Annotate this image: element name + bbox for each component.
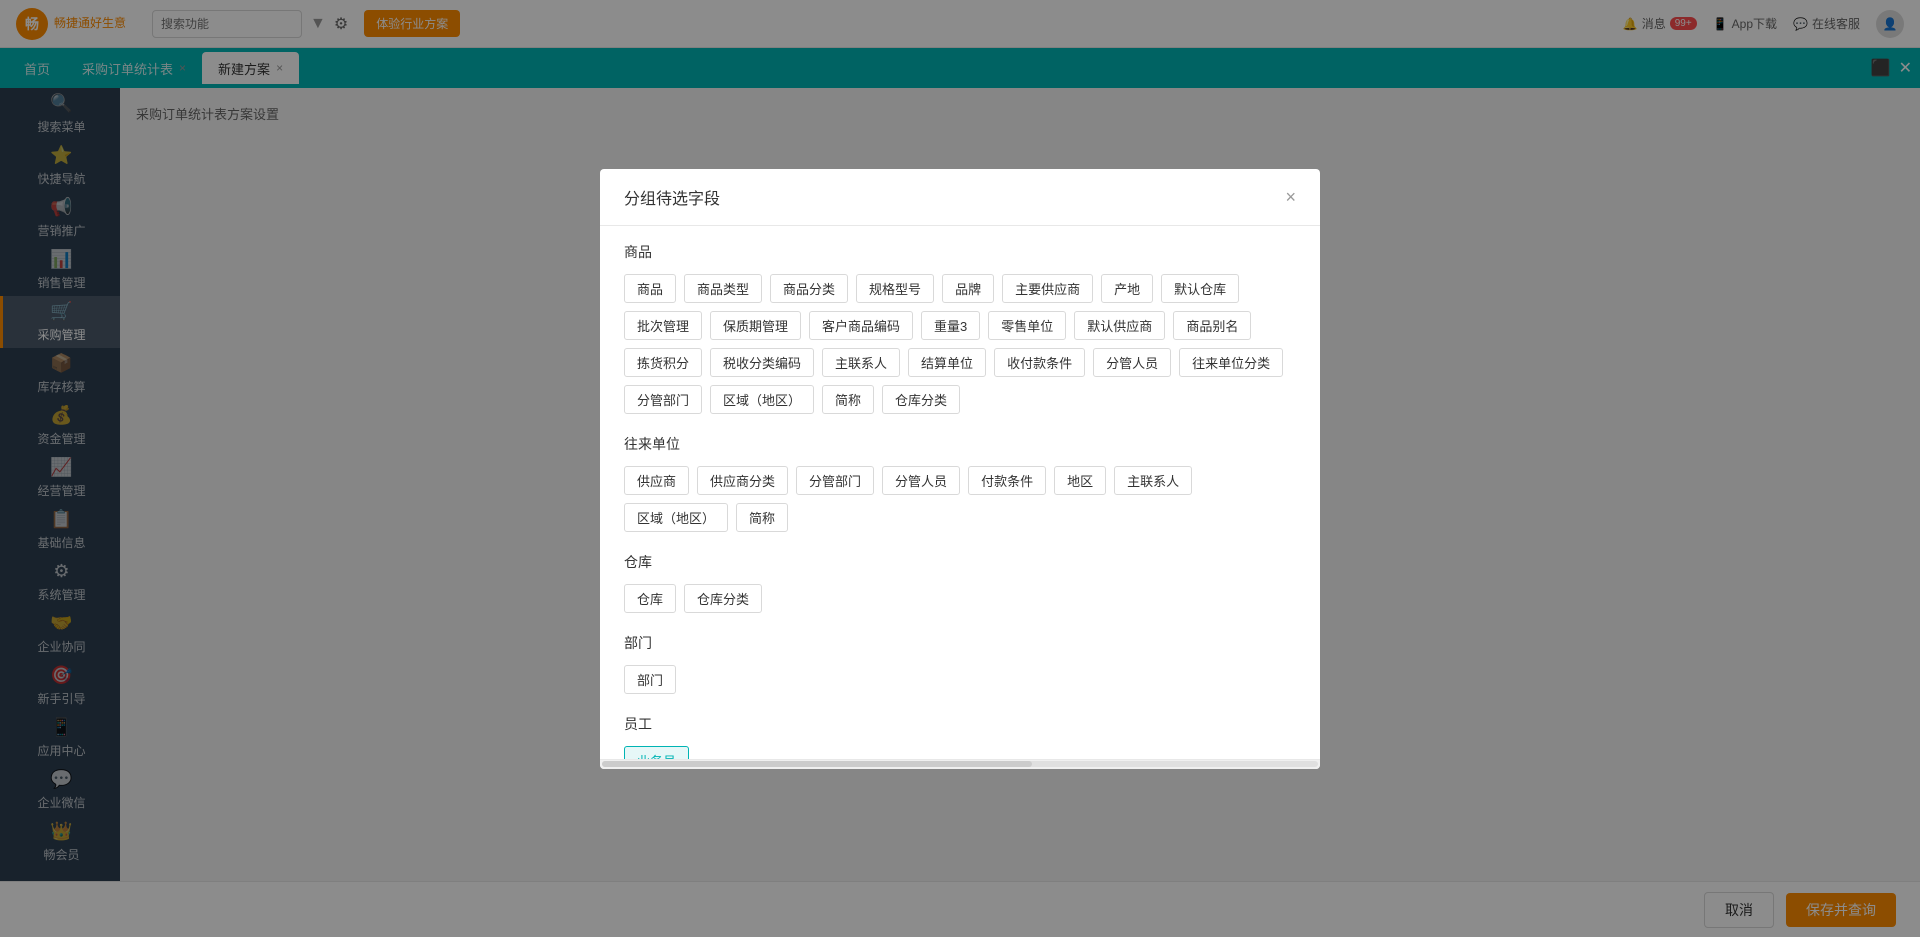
- field-tag-payment-terms[interactable]: 收付款条件: [994, 348, 1085, 377]
- field-tag-short-name-product[interactable]: 简称: [822, 385, 874, 414]
- section-department-title: 部门: [624, 633, 1296, 653]
- field-tag-warehouse-category-product[interactable]: 仓库分类: [882, 385, 960, 414]
- section-product-title: 商品: [624, 242, 1296, 262]
- employee-field-grid: 业务员: [624, 746, 1296, 760]
- field-tag-region-product[interactable]: 区域（地区）: [710, 385, 814, 414]
- field-tag-short-name-partner[interactable]: 简称: [736, 503, 788, 532]
- modal-horizontal-scrollbar[interactable]: [600, 759, 1320, 768]
- section-employee-title: 员工: [624, 714, 1296, 734]
- section-warehouse-title: 仓库: [624, 552, 1296, 572]
- field-tag-charge-person[interactable]: 分管人员: [1093, 348, 1171, 377]
- field-tag-brand[interactable]: 品牌: [942, 274, 994, 303]
- field-tag-alias[interactable]: 商品别名: [1173, 311, 1251, 340]
- field-tag-product-type[interactable]: 商品类型: [684, 274, 762, 303]
- field-tag-main-contact2[interactable]: 主联系人: [1114, 466, 1192, 495]
- field-select-modal: 分组待选字段 × 商品 商品 商品类型 商品分类 规格型号 品牌 主要供应商 产…: [600, 169, 1320, 769]
- field-tag-dept-charge2[interactable]: 分管部门: [796, 466, 874, 495]
- section-department: 部门 部门: [624, 633, 1296, 694]
- section-partner-title: 往来单位: [624, 434, 1296, 454]
- section-employee: 员工 业务员: [624, 714, 1296, 760]
- field-tag-default-warehouse[interactable]: 默认仓库: [1161, 274, 1239, 303]
- field-tag-supplier[interactable]: 供应商: [624, 466, 689, 495]
- field-tag-warehouse-category[interactable]: 仓库分类: [684, 584, 762, 613]
- field-tag-main-contact[interactable]: 主联系人: [822, 348, 900, 377]
- field-tag-dept-charge[interactable]: 分管部门: [624, 385, 702, 414]
- field-tag-product[interactable]: 商品: [624, 274, 676, 303]
- modal-title: 分组待选字段: [624, 185, 720, 209]
- section-warehouse: 仓库 仓库 仓库分类: [624, 552, 1296, 613]
- modal-hscroll-thumb: [602, 761, 1032, 767]
- field-tag-region-partner[interactable]: 地区: [1054, 466, 1106, 495]
- warehouse-field-grid: 仓库 仓库分类: [624, 584, 1296, 613]
- field-tag-tax-code[interactable]: 税收分类编码: [710, 348, 814, 377]
- partner-field-grid: 供应商 供应商分类 分管部门 分管人员 付款条件 地区 主联系人 区域（地区） …: [624, 466, 1296, 532]
- field-tag-batch-mgmt[interactable]: 批次管理: [624, 311, 702, 340]
- field-tag-pick-points[interactable]: 拣货积分: [624, 348, 702, 377]
- section-product: 商品 商品 商品类型 商品分类 规格型号 品牌 主要供应商 产地 默认仓库 批次…: [624, 242, 1296, 414]
- field-tag-settlement-unit[interactable]: 结算单位: [908, 348, 986, 377]
- field-tag-supplier-category[interactable]: 供应商分类: [697, 466, 788, 495]
- product-field-grid: 商品 商品类型 商品分类 规格型号 品牌 主要供应商 产地 默认仓库 批次管理 …: [624, 274, 1296, 414]
- field-tag-origin[interactable]: 产地: [1101, 274, 1153, 303]
- field-tag-customer-code[interactable]: 客户商品编码: [809, 311, 913, 340]
- field-tag-charge-person2[interactable]: 分管人员: [882, 466, 960, 495]
- field-tag-payment-terms2[interactable]: 付款条件: [968, 466, 1046, 495]
- field-tag-spec-model[interactable]: 规格型号: [856, 274, 934, 303]
- field-tag-shelf-life[interactable]: 保质期管理: [710, 311, 801, 340]
- field-tag-partner-category[interactable]: 往来单位分类: [1179, 348, 1283, 377]
- field-tag-region-area-partner[interactable]: 区域（地区）: [624, 503, 728, 532]
- field-tag-salesperson[interactable]: 业务员: [624, 746, 689, 760]
- field-tag-main-supplier[interactable]: 主要供应商: [1002, 274, 1093, 303]
- section-partner: 往来单位 供应商 供应商分类 分管部门 分管人员 付款条件 地区 主联系人 区域…: [624, 434, 1296, 532]
- field-tag-default-supplier[interactable]: 默认供应商: [1074, 311, 1165, 340]
- modal-overlay: 分组待选字段 × 商品 商品 商品类型 商品分类 规格型号 品牌 主要供应商 产…: [0, 0, 1920, 937]
- field-tag-weight3[interactable]: 重量3: [921, 311, 980, 340]
- modal-header: 分组待选字段 ×: [600, 169, 1320, 226]
- department-field-grid: 部门: [624, 665, 1296, 694]
- field-tag-warehouse[interactable]: 仓库: [624, 584, 676, 613]
- field-tag-product-category[interactable]: 商品分类: [770, 274, 848, 303]
- modal-body[interactable]: 商品 商品 商品类型 商品分类 规格型号 品牌 主要供应商 产地 默认仓库 批次…: [600, 226, 1320, 760]
- field-tag-retail-unit[interactable]: 零售单位: [988, 311, 1066, 340]
- modal-hscroll-track: [602, 761, 1318, 767]
- modal-close-button[interactable]: ×: [1285, 188, 1296, 206]
- field-tag-department[interactable]: 部门: [624, 665, 676, 694]
